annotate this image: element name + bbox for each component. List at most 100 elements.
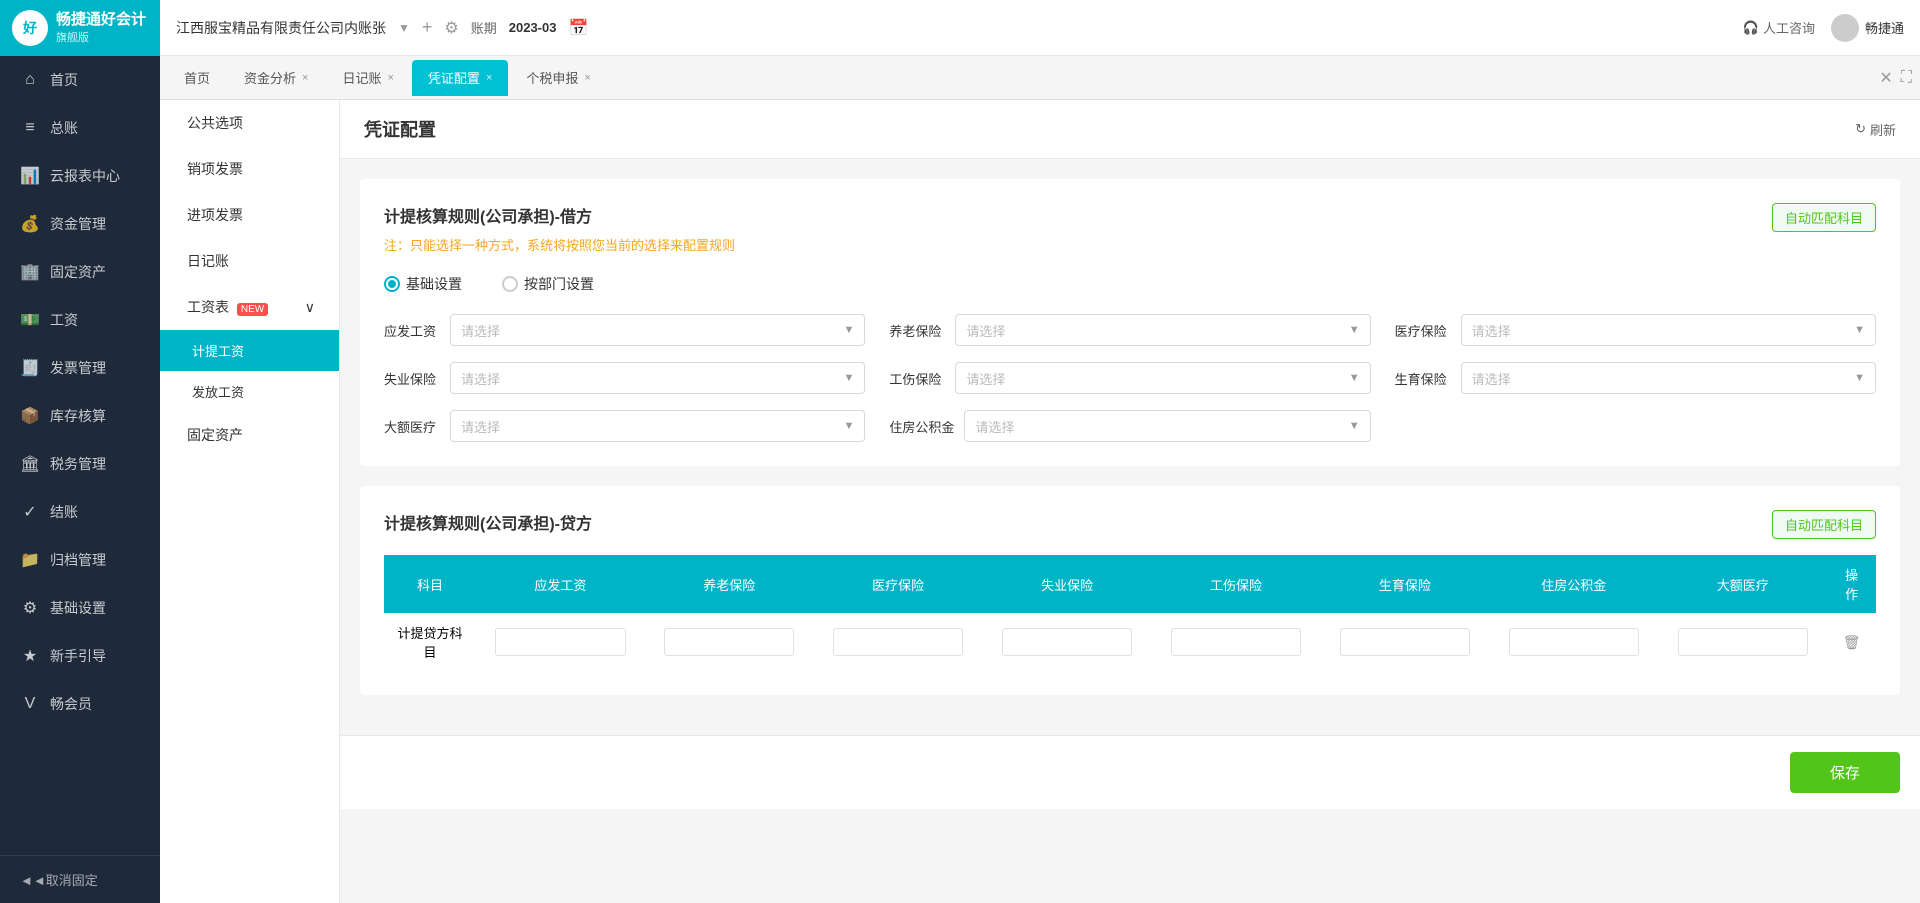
sidebar-item-tax[interactable]: 🏛 税务管理 [0,440,160,488]
left-menu: 公共选项 销项发票 进项发票 日记账 工资表 NEW ∨ 计提工资 [160,100,340,903]
debit-section-note: 注：只能选择一种方式，系统将按照您当前的选择来配置规则 [384,235,735,254]
sidebar-item-vip[interactable]: V 畅会员 [0,680,160,728]
gongshang-select[interactable]: 请选择 ▼ [955,362,1370,394]
field-row-daeyiliao: 大额医疗 请选择 ▼ [384,410,865,442]
tabs-right: ✕ ⛶ [1879,68,1912,88]
input-yifa[interactable] [495,628,625,656]
shengyu-select[interactable]: 请选择 ▼ [1461,362,1876,394]
cell-shiye[interactable] [983,613,1152,671]
sidebar-item-reports[interactable]: 📊 云报表中心 [0,152,160,200]
delete-row-icon[interactable]: 🗑 [1843,634,1861,650]
page-title: 凭证配置 [364,116,436,142]
close-window-icon[interactable]: ✕ [1879,68,1892,88]
sidebar-item-invoice[interactable]: 🧾 发票管理 [0,344,160,392]
sidebar-item-funds[interactable]: 💰 资金管理 [0,200,160,248]
sidebar-item-assets[interactable]: 🏢 固定资产 [0,248,160,296]
sidebar-item-archive[interactable]: 📁 归档管理 [0,536,160,584]
shiye-select[interactable]: 请选择 ▼ [450,362,865,394]
sidebar-unpin[interactable]: ◄◄取消固定 [0,855,160,903]
cell-yanglao[interactable] [645,613,814,671]
menu-public-label: 公共选项 [187,115,243,131]
input-shengyu[interactable] [1340,628,1470,656]
menu-item-purchase-invoice[interactable]: 进项发票 [160,192,339,238]
expand-icon[interactable]: ⛶ [1901,69,1912,87]
menu-item-pay-salary[interactable]: 发放工资 [160,371,339,412]
cell-gongjijin[interactable] [1489,613,1658,671]
radio-by-dept[interactable]: 按部门设置 [502,274,594,294]
sidebar-item-inventory[interactable]: 📦 库存核算 [0,392,160,440]
tab-voucher-close[interactable]: × [486,72,492,84]
cell-gongshang[interactable] [1152,613,1321,671]
refresh-icon: ↻ [1855,121,1866,137]
yanglao-label: 养老保险 [889,321,945,340]
cell-yiliao[interactable] [814,613,983,671]
tab-tax-close[interactable]: × [584,72,590,84]
gongshang-label: 工伤保险 [889,369,945,388]
input-yiliao[interactable] [833,628,963,656]
field-row-shiye: 失业保险 请选择 ▼ [384,362,865,394]
user-area[interactable]: 畅捷通 [1831,14,1904,42]
input-yanglao[interactable] [664,628,794,656]
menu-item-payroll-table[interactable]: 工资表 NEW ∨ [160,284,339,330]
menu-item-sales-invoice[interactable]: 销项发票 [160,146,339,192]
tab-journal-close[interactable]: × [387,72,393,84]
settings-gear-icon[interactable]: ⚙ [444,18,458,38]
sidebar-item-salary[interactable]: 💵 工资 [0,296,160,344]
radio-by-dept-circle [502,276,518,292]
sidebar-item-settings[interactable]: ⚙ 基础设置 [0,584,160,632]
service-button[interactable]: 🎧 人工咨询 [1743,18,1815,37]
menu-fixed-assets-label: 固定资产 [187,427,243,443]
logo: 好 畅捷通好会计 旗舰版 [0,0,160,56]
input-shiye[interactable] [1002,628,1132,656]
menu-item-journal[interactable]: 日记账 [160,238,339,284]
cell-daeyiliao[interactable] [1658,613,1827,671]
accrual-salary-label: 计提工资 [192,344,244,359]
yifa-select[interactable]: 请选择 ▼ [450,314,865,346]
tab-funds-close[interactable]: × [302,72,308,84]
save-button[interactable]: 保存 [1790,752,1900,793]
gongjijin-select[interactable]: 请选择 ▼ [964,410,1370,442]
headset-icon: 🎧 [1743,20,1759,36]
input-daeyiliao[interactable] [1678,628,1808,656]
refresh-button[interactable]: ↻ 刷新 [1855,120,1896,139]
auto-match-credit-button[interactable]: 自动匹配科目 [1772,510,1876,539]
company-dropdown-arrow[interactable]: ▼ [398,21,410,35]
gongshang-arrow-icon: ▼ [1349,372,1360,384]
auto-match-debit-button[interactable]: 自动匹配科目 [1772,203,1876,232]
menu-item-accrual-salary[interactable]: 计提工资 [160,330,339,371]
daeyiliao-select[interactable]: 请选择 ▼ [450,410,865,442]
tab-journal-label: 日记账 [342,68,381,87]
sidebar-item-close[interactable]: ✓ 结账 [0,488,160,536]
cell-shengyu[interactable] [1320,613,1489,671]
input-gongshang[interactable] [1171,628,1301,656]
credit-table: 科目 应发工资 养老保险 医疗保险 失业保险 工伤保险 生育保险 住房公积金 大… [384,555,1876,671]
input-gongjijin[interactable] [1509,628,1639,656]
tab-tax[interactable]: 个税申报 × [510,60,606,96]
tab-funds[interactable]: 资金分析 × [228,60,324,96]
logo-text: 畅捷通好会计 [56,11,146,29]
add-button[interactable]: + [422,17,433,38]
menu-item-fixed-assets[interactable]: 固定资产 [160,412,339,458]
menu-item-public[interactable]: 公共选项 [160,100,339,146]
field-row-gongjijin: 住房公积金 请选择 ▼ [889,410,1370,442]
calendar-icon[interactable]: 📅 [568,18,588,38]
tab-home[interactable]: 首页 [168,60,226,96]
tab-journal[interactable]: 日记账 × [326,60,409,96]
tab-home-label: 首页 [184,68,210,87]
sidebar-item-ledger[interactable]: ≡ 总账 [0,104,160,152]
period-value: 2023-03 [509,20,557,35]
radio-basic[interactable]: 基础设置 [384,274,462,294]
inventory-icon: 📦 [20,406,40,426]
yanglao-select[interactable]: 请选择 ▼ [955,314,1370,346]
top-bar: 江西服宝精品有限责任公司内账张 ▼ + ⚙ 账期 2023-03 📅 🎧 人工咨… [160,0,1920,56]
sidebar-item-home[interactable]: ⌂ 首页 [0,56,160,104]
menu-purchase-invoice-label: 进项发票 [187,207,243,223]
field-row-yiliao: 医疗保险 请选择 ▼ [1395,314,1876,346]
page-header: 凭证配置 ↻ 刷新 [340,100,1920,159]
main-content: 计提核算规则(公司承担)-借方 注：只能选择一种方式，系统将按照您当前的选择来配… [340,159,1920,735]
gongjijin-label: 住房公积金 [889,417,954,436]
cell-yifa[interactable] [476,613,645,671]
tab-voucher[interactable]: 凭证配置 × [412,60,508,96]
yiliao-select[interactable]: 请选择 ▼ [1461,314,1876,346]
sidebar-item-guide[interactable]: ★ 新手引导 [0,632,160,680]
